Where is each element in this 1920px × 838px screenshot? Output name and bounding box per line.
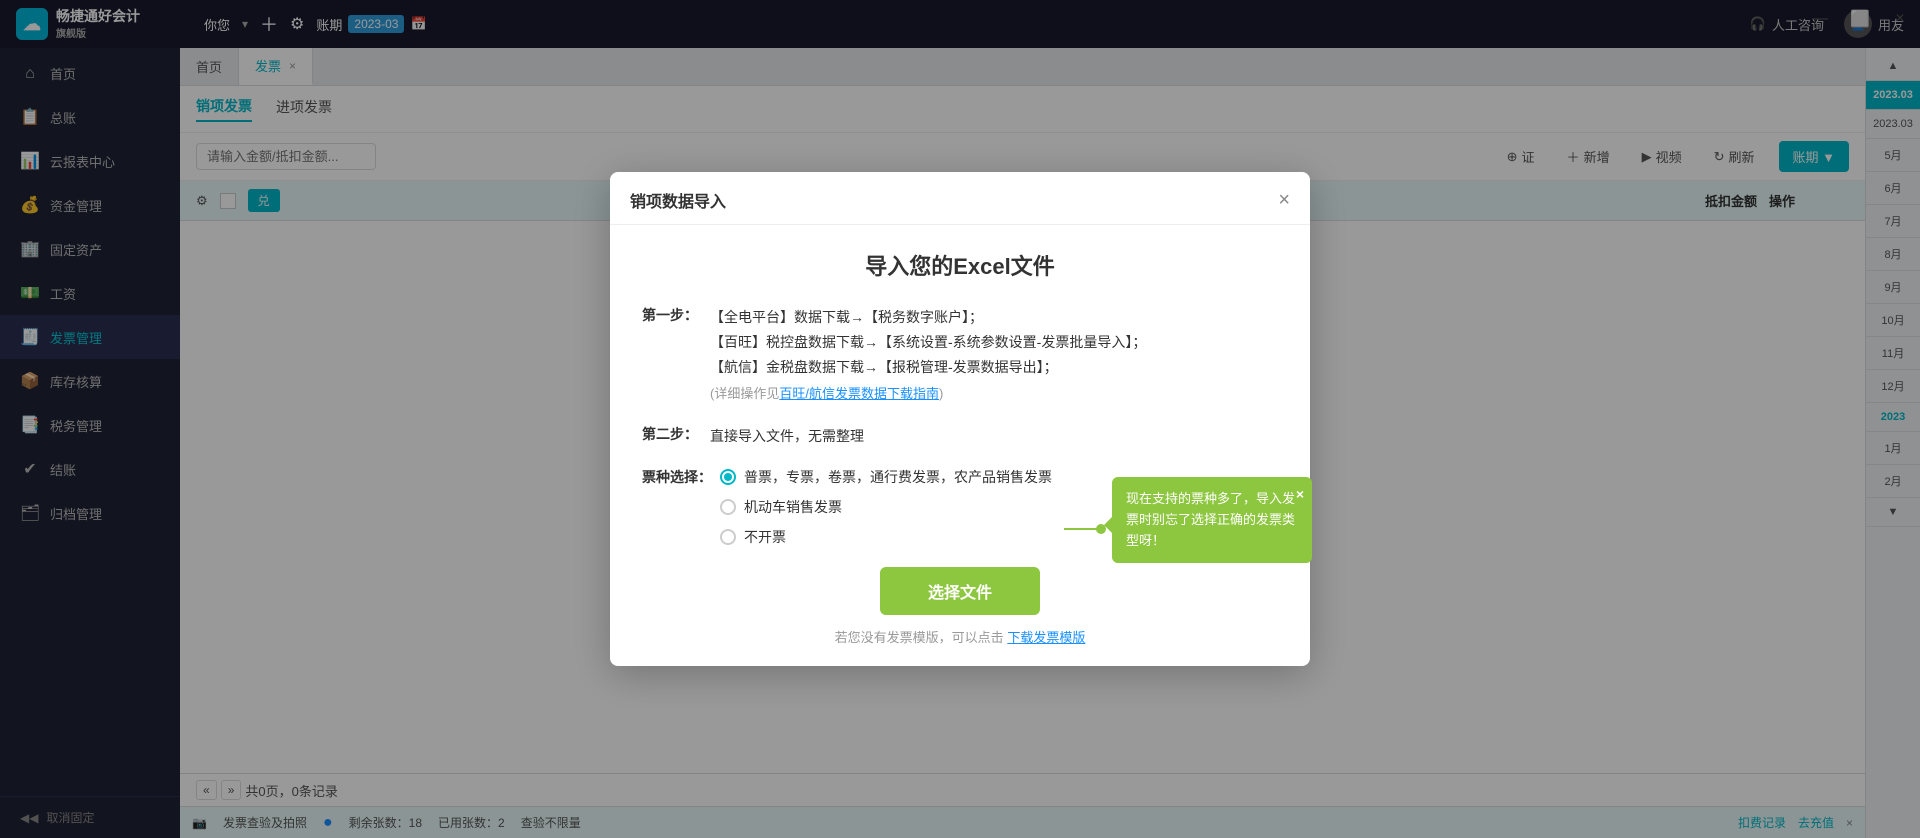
ticket-select-label: 票种选择： <box>642 467 712 547</box>
step1-content: 【全电平台】数据下载→【税务数字账户】； 【百旺】税控盘数据下载→【系统设置-系… <box>710 305 1146 406</box>
tooltip-bubble: × 现在支持的票种多了，导入发票时别忘了选择正确的发票类型呀！ <box>1112 477 1312 563</box>
import-modal: 销项数据导入 × 导入您的Excel文件 第一步： 【全电平台】数据下载→【税务… <box>610 172 1310 666</box>
radio-circle-no-ticket <box>720 529 736 545</box>
step-2: 第二步： 直接导入文件，无需整理 <box>642 424 1278 449</box>
guide-link[interactable]: 百旺/航信发票数据下载指南 <box>779 386 939 401</box>
radio-motor[interactable]: 机动车销售发票 <box>720 497 1052 517</box>
radio-general-label: 普票，专票，卷票，通行费发票，农产品销售发票 <box>744 467 1052 487</box>
step1-line-1: 【全电平台】数据下载→【税务数字账户】； <box>710 305 1146 330</box>
tooltip-text: 现在支持的票种多了，导入发票时别忘了选择正确的发票类型呀！ <box>1126 491 1295 548</box>
step1-line-3: 【航信】金税盘数据下载→【报税管理-发票数据导出】； <box>710 355 1146 380</box>
step1-line-2: 【百旺】税控盘数据下载→【系统设置-系统参数设置-发票批量导入】； <box>710 330 1146 355</box>
step2-label: 第二步： <box>642 424 702 449</box>
step2-row: 第二步： 直接导入文件，无需整理 <box>642 424 1278 449</box>
radio-circle-motor <box>720 499 736 515</box>
ticket-select-row: 票种选择： 普票，专票，卷票，通行费发票，农产品销售发票 机动车销售发票 <box>642 467 1278 547</box>
tooltip-close-btn[interactable]: × <box>1296 483 1304 505</box>
step-1: 第一步： 【全电平台】数据下载→【税务数字账户】； 【百旺】税控盘数据下载→【系… <box>642 305 1278 406</box>
radio-circle-general <box>720 469 736 485</box>
modal-title: 销项数据导入 <box>630 188 726 212</box>
select-file-btn[interactable]: 选择文件 <box>880 567 1040 615</box>
download-template-link[interactable]: 下载发票模版 <box>1007 630 1085 645</box>
tooltip-connector-line <box>1064 528 1104 530</box>
modal-body: 导入您的Excel文件 第一步： 【全电平台】数据下载→【税务数字账户】； 【百… <box>610 225 1310 666</box>
modal-main-title: 导入您的Excel文件 <box>642 249 1278 281</box>
ticket-select: 票种选择： 普票，专票，卷票，通行费发票，农产品销售发票 机动车销售发票 <box>642 467 1278 547</box>
step2-content: 直接导入文件，无需整理 <box>710 424 864 449</box>
modal-close-btn[interactable]: × <box>1278 190 1290 210</box>
modal-header: 销项数据导入 × <box>610 172 1310 225</box>
radio-group: 普票，专票，卷票，通行费发票，农产品销售发票 机动车销售发票 不开票 × <box>720 467 1052 547</box>
radio-no-ticket-label: 不开票 <box>744 527 786 547</box>
radio-no-ticket[interactable]: 不开票 <box>720 527 1052 547</box>
modal-overlay: 销项数据导入 × 导入您的Excel文件 第一步： 【全电平台】数据下载→【税务… <box>0 0 1920 838</box>
radio-motor-label: 机动车销售发票 <box>744 497 842 517</box>
step1-row: 第一步： 【全电平台】数据下载→【税务数字账户】； 【百旺】税控盘数据下载→【系… <box>642 305 1278 406</box>
step1-guide-link: (详细操作见百旺/航信发票数据下载指南) <box>710 381 1146 406</box>
step1-label: 第一步： <box>642 305 702 406</box>
modal-footer-hint: 若您没有发票模版，可以点击 下载发票模版 <box>642 627 1278 646</box>
radio-general[interactable]: 普票，专票，卷票，通行费发票，农产品销售发票 <box>720 467 1052 487</box>
